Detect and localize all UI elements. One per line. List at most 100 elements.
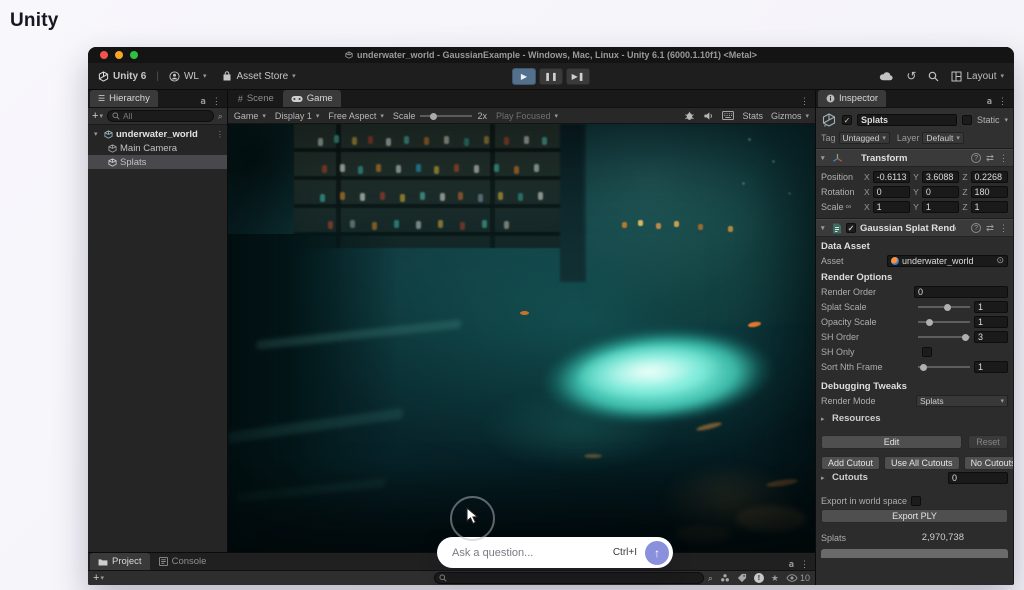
- minimize-window-button[interactable]: [115, 51, 123, 59]
- hidden-count-toggle[interactable]: 10: [786, 573, 810, 583]
- account-menu[interactable]: WL ▾: [169, 71, 206, 82]
- export-world-space-checkbox[interactable]: [911, 495, 922, 506]
- warning-filter-icon[interactable]: !: [753, 573, 764, 583]
- static-dropdown-icon[interactable]: ▾: [1004, 116, 1008, 124]
- hierarchy-item-scene-root[interactable]: ▾ underwater_world ⋮: [88, 127, 227, 141]
- sh-only-checkbox[interactable]: [922, 346, 932, 357]
- play-button[interactable]: ▶: [512, 67, 536, 85]
- keyboard-shortcuts-icon[interactable]: [722, 111, 735, 120]
- kebab-menu-icon[interactable]: ⋮: [998, 96, 1007, 107]
- export-ply-button[interactable]: Export PLY: [821, 508, 1008, 523]
- foldout-collapsed-icon[interactable]: ▸: [821, 474, 828, 482]
- object-picker-icon[interactable]: ⊙: [996, 256, 1004, 266]
- tab-inspector[interactable]: Inspector: [818, 90, 887, 107]
- gameobject-cube-icon[interactable]: [821, 112, 837, 128]
- ask-question-pill[interactable]: Ask a question... Ctrl+I ↑: [437, 537, 673, 568]
- search-icon[interactable]: [928, 71, 939, 82]
- pause-button[interactable]: ❚❚: [539, 67, 563, 85]
- gaussian-splat-renderer-header[interactable]: ▾ ✓ Gaussian Splat Renderer ? ⇄ ⋮: [816, 219, 1013, 237]
- scale-slider[interactable]: [420, 111, 473, 121]
- game-target-dropdown[interactable]: Game ▾: [234, 111, 266, 121]
- position-y-field[interactable]: 3.6088: [921, 170, 960, 183]
- position-x-field[interactable]: -0.6113: [872, 170, 911, 183]
- sort-nth-frame-field[interactable]: 1: [974, 360, 1008, 373]
- scale-z-field[interactable]: 1: [970, 200, 1008, 213]
- component-enabled-checkbox[interactable]: ✓: [846, 223, 856, 233]
- kebab-menu-icon[interactable]: ⋮: [999, 153, 1008, 164]
- kebab-menu-icon[interactable]: ⋮: [800, 96, 809, 107]
- splat-scale-slider[interactable]: [918, 301, 970, 313]
- layout-menu[interactable]: Layout ▾: [951, 71, 1004, 82]
- play-focused-dropdown[interactable]: Play Focused ▾: [496, 111, 558, 121]
- debug-bug-icon[interactable]: [684, 111, 695, 121]
- tab-console[interactable]: Console: [151, 553, 215, 570]
- favorites-star-icon[interactable]: ★: [771, 573, 779, 584]
- unity-version-menu[interactable]: Unity 6: [98, 71, 146, 82]
- rotation-z-field[interactable]: 180: [970, 185, 1008, 198]
- kebab-menu-icon[interactable]: ⋮: [999, 223, 1008, 234]
- project-search-input[interactable]: [433, 572, 704, 584]
- gizmos-dropdown[interactable]: Gizmos ▾: [771, 111, 809, 121]
- display-dropdown[interactable]: Display 1 ▾: [275, 111, 320, 121]
- help-icon[interactable]: ?: [971, 153, 982, 163]
- no-cutouts-button[interactable]: No Cutouts: [963, 455, 1013, 470]
- gameobject-name-field[interactable]: Splats: [857, 114, 957, 126]
- position-z-field[interactable]: 0.2268: [970, 170, 1008, 183]
- link-icon[interactable]: ∞: [846, 202, 852, 211]
- hierarchy-search-input[interactable]: All: [106, 110, 214, 122]
- packages-icon[interactable]: [720, 573, 730, 583]
- rotation-y-field[interactable]: 0: [921, 185, 960, 198]
- tab-scene[interactable]: # Scene: [230, 90, 282, 107]
- add-cutout-button[interactable]: Add Cutout: [821, 455, 881, 470]
- submit-question-button[interactable]: ↑: [645, 540, 669, 565]
- create-object-button[interactable]: + ▾: [92, 110, 103, 122]
- render-mode-dropdown[interactable]: Splats ▾: [916, 394, 1008, 407]
- lock-icon[interactable]: a: [200, 97, 205, 107]
- scale-y-field[interactable]: 1: [921, 200, 960, 213]
- game-viewport[interactable]: [227, 124, 815, 552]
- cutouts-size-field[interactable]: 0: [948, 471, 1008, 484]
- scale-x-field[interactable]: 1: [872, 200, 911, 213]
- audio-mute-icon[interactable]: [703, 111, 714, 121]
- sh-order-slider[interactable]: [918, 331, 970, 343]
- active-checkbox[interactable]: ✓: [842, 115, 852, 125]
- edit-button[interactable]: Edit: [821, 434, 962, 449]
- lock-icon[interactable]: a: [789, 560, 794, 570]
- stats-toggle[interactable]: Stats: [742, 111, 763, 121]
- reset-button[interactable]: Reset: [968, 434, 1008, 449]
- kebab-menu-icon[interactable]: ⋮: [212, 96, 221, 107]
- rotation-x-field[interactable]: 0: [872, 185, 911, 198]
- kebab-menu-icon[interactable]: ⋮: [800, 559, 809, 570]
- maximize-window-button[interactable]: [130, 51, 138, 59]
- asset-store-menu[interactable]: Asset Store ▾: [222, 71, 296, 82]
- opacity-scale-field[interactable]: 1: [974, 315, 1008, 328]
- foldout-icon[interactable]: ▾: [821, 224, 828, 232]
- opacity-scale-slider[interactable]: [918, 316, 970, 328]
- tab-game[interactable]: Game: [282, 90, 341, 107]
- use-all-cutouts-button[interactable]: Use All Cutouts: [884, 455, 960, 470]
- asset-object-field[interactable]: underwater_world ⊙: [887, 254, 1008, 267]
- foldout-icon[interactable]: ▾: [94, 130, 101, 138]
- aspect-dropdown[interactable]: Free Aspect ▾: [328, 111, 384, 121]
- kebab-menu-icon[interactable]: ⋮: [216, 130, 227, 139]
- presets-icon[interactable]: ⇄: [986, 153, 994, 164]
- sh-order-field[interactable]: 3: [974, 330, 1008, 343]
- project-create-button[interactable]: + ▾: [93, 572, 104, 584]
- help-icon[interactable]: ?: [971, 223, 982, 233]
- transform-component-header[interactable]: ▾ Transform ? ⇄ ⋮: [816, 149, 1013, 167]
- tab-project[interactable]: Project: [90, 553, 150, 570]
- cloud-icon[interactable]: [879, 71, 894, 81]
- static-checkbox[interactable]: [961, 115, 972, 125]
- layer-dropdown[interactable]: Default ▾: [922, 132, 964, 144]
- foldout-icon[interactable]: ▾: [821, 154, 828, 162]
- search-by-type-icon[interactable]: ⌕: [708, 573, 713, 584]
- undo-history-icon[interactable]: ↺: [906, 70, 916, 82]
- hierarchy-item-main-camera[interactable]: Main Camera: [88, 141, 227, 155]
- close-window-button[interactable]: [100, 51, 108, 59]
- step-button[interactable]: ▶❚: [566, 67, 590, 85]
- resources-foldout[interactable]: ▸ Resources: [816, 411, 1013, 426]
- lock-icon[interactable]: a: [987, 97, 992, 107]
- tag-dropdown[interactable]: Untagged ▾: [838, 132, 890, 144]
- label-tag-icon[interactable]: [737, 573, 747, 583]
- render-order-field[interactable]: 0: [914, 285, 1008, 298]
